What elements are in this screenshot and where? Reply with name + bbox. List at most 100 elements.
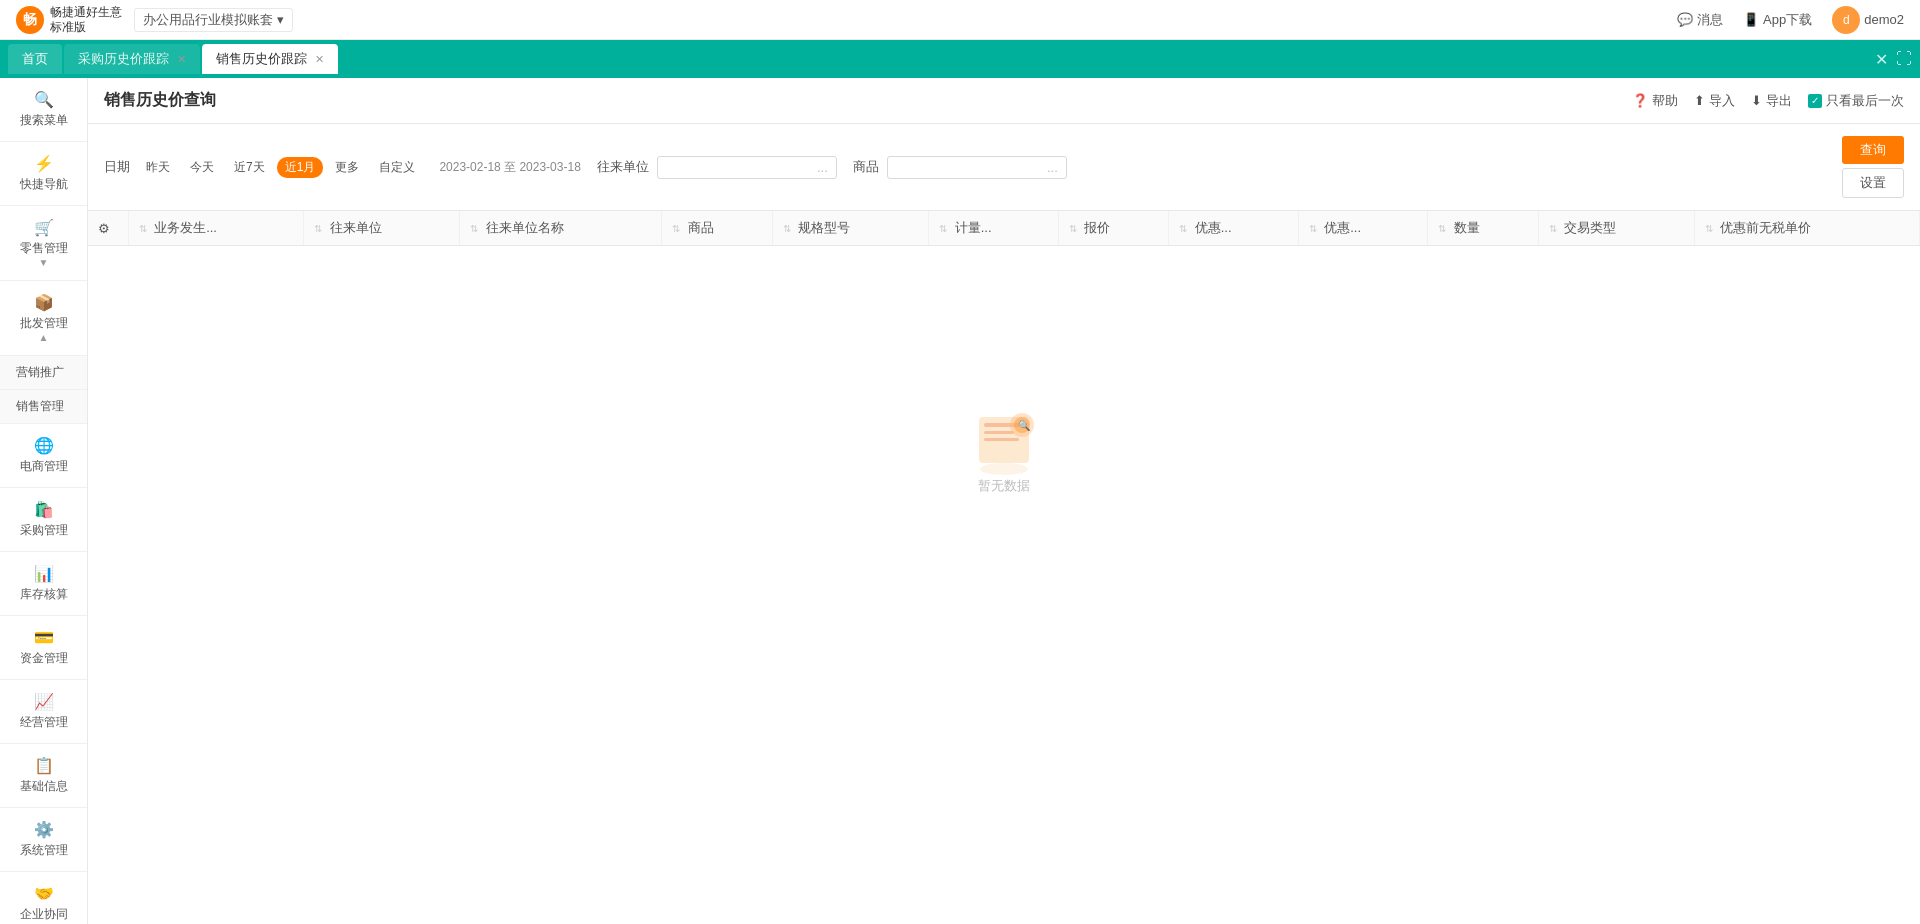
th-partner-name[interactable]: ⇅ 往来单位名称 — [460, 211, 662, 246]
basic-info-icon: 📋 — [34, 756, 54, 775]
th-discount1[interactable]: ⇅ 优惠... — [1169, 211, 1299, 246]
finance-icon: 💳 — [34, 628, 54, 647]
th-spec[interactable]: ⇅ 规格型号 — [772, 211, 928, 246]
chevron-down-icon: ▾ — [277, 12, 284, 27]
sidebar-item-search-menu[interactable]: 🔍 搜索菜单 — [0, 78, 87, 142]
sort-arrows-icon: ⇅ — [1549, 223, 1557, 234]
import-icon: ⬆ — [1694, 93, 1705, 108]
sidebar-item-finance-mgmt[interactable]: 💳 资金管理 — [0, 616, 87, 680]
sidebar-operations-label: 经营管理 — [20, 714, 68, 731]
sidebar-item-enterprise-collab[interactable]: 🤝 企业协同 — [0, 872, 87, 924]
settings-gear-icon[interactable]: ⚙ — [98, 221, 110, 236]
th-goods[interactable]: ⇅ 商品 — [662, 211, 772, 246]
svg-point-0 — [980, 463, 1028, 475]
wholesale-submenu: 营销推广 销售管理 — [0, 356, 87, 424]
app-download-button[interactable]: 📱 App下载 — [1743, 11, 1812, 29]
tab-home[interactable]: 首页 — [8, 44, 62, 74]
export-button[interactable]: ⬇ 导出 — [1751, 92, 1792, 110]
tab-sales-history[interactable]: 销售历史价跟踪 ✕ — [202, 44, 338, 74]
empty-illustration: 🔍 — [964, 397, 1044, 477]
maximize-button[interactable]: ⛶ — [1896, 50, 1912, 69]
tab-purchase-history[interactable]: 采购历史价跟踪 ✕ — [64, 44, 200, 74]
page-content: 销售历史价查询 ❓ 帮助 ⬆ 导入 ⬇ 导出 ✓ — [88, 78, 1920, 924]
date-range-text: 2023-02-18 至 2023-03-18 — [439, 159, 580, 176]
sidebar-item-sales-mgmt[interactable]: 销售管理 — [0, 390, 87, 424]
main-layout: 🔍 搜索菜单 ⚡ 快捷导航 🛒 零售管理 ▼ 📦 批发管理 ▲ 营销推广 销售管… — [0, 78, 1920, 924]
message-icon: 💬 — [1677, 12, 1693, 27]
th-partner-code[interactable]: ⇅ 往来单位 — [303, 211, 459, 246]
sidebar-marketing-label: 营销推广 — [16, 365, 64, 379]
sidebar-item-quick-nav[interactable]: ⚡ 快捷导航 — [0, 142, 87, 206]
sidebar-item-purchase-mgmt[interactable]: 🛍️ 采购管理 — [0, 488, 87, 552]
sort-arrows-icon: ⇅ — [1438, 223, 1446, 234]
table-wrapper: ⚙ ⇅ 业务发生... ⇅ 往来单位 ⇅ — [88, 211, 1920, 924]
sort-arrows-icon: ⇅ — [1179, 223, 1187, 234]
collab-icon: 🤝 — [34, 884, 54, 903]
sidebar-item-ecommerce-mgmt[interactable]: 🌐 电商管理 — [0, 424, 87, 488]
settings-button[interactable]: 设置 — [1842, 168, 1904, 198]
tab-purchase-history-close[interactable]: ✕ — [177, 53, 186, 66]
date-btn-yesterday[interactable]: 昨天 — [138, 157, 178, 178]
sidebar-item-wholesale-mgmt[interactable]: 📦 批发管理 ▲ — [0, 281, 87, 356]
sidebar-item-basic-info[interactable]: 📋 基础信息 — [0, 744, 87, 808]
import-button[interactable]: ⬆ 导入 — [1694, 92, 1735, 110]
goods-input[interactable]: ... — [887, 156, 1067, 179]
th-biz-date[interactable]: ⇅ 业务发生... — [128, 211, 303, 246]
chevron-down-icon: ▼ — [39, 257, 49, 268]
sidebar-item-system-mgmt[interactable]: ⚙️ 系统管理 — [0, 808, 87, 872]
logo-icon: 畅 — [16, 6, 44, 34]
close-window-button[interactable]: ✕ — [1875, 50, 1888, 69]
date-btn-more[interactable]: 更多 — [327, 157, 367, 178]
tab-purchase-history-label: 采购历史价跟踪 — [78, 50, 169, 68]
filter-actions: 查询 设置 — [1842, 136, 1904, 198]
th-unit[interactable]: ⇅ 计量... — [929, 211, 1059, 246]
sidebar-wholesale-label: 批发管理 — [20, 315, 68, 332]
date-btn-today[interactable]: 今天 — [182, 157, 222, 178]
th-settings[interactable]: ⚙ — [88, 211, 128, 246]
partner-input[interactable]: ... — [657, 156, 837, 179]
date-filter-group: 日期 昨天 今天 近7天 近1月 更多 自定义 — [104, 157, 423, 178]
th-quote[interactable]: ⇅ 报价 — [1058, 211, 1168, 246]
th-discount2[interactable]: ⇅ 优惠... — [1298, 211, 1428, 246]
page-title: 销售历史价查询 — [104, 90, 216, 111]
sidebar-finance-label: 资金管理 — [20, 650, 68, 667]
th-trade-type[interactable]: ⇅ 交易类型 — [1538, 211, 1694, 246]
date-btn-custom[interactable]: 自定义 — [371, 157, 423, 178]
message-button[interactable]: 💬 消息 — [1677, 11, 1723, 29]
sidebar: 🔍 搜索菜单 ⚡ 快捷导航 🛒 零售管理 ▼ 📦 批发管理 ▲ 营销推广 销售管… — [0, 78, 88, 924]
tab-bar: 首页 采购历史价跟踪 ✕ 销售历史价跟踪 ✕ ✕ ⛶ — [0, 40, 1920, 78]
sidebar-item-retail-mgmt[interactable]: 🛒 零售管理 ▼ — [0, 206, 87, 281]
sort-arrows-icon: ⇅ — [783, 223, 791, 234]
user-profile[interactable]: d demo2 — [1832, 6, 1904, 34]
only-last-toggle[interactable]: ✓ 只看最后一次 — [1808, 92, 1904, 110]
th-quantity[interactable]: ⇅ 数量 — [1428, 211, 1538, 246]
query-button[interactable]: 查询 — [1842, 136, 1904, 164]
purchase-icon: 🛍️ — [34, 500, 54, 519]
date-range-display: 2023-02-18 至 2023-03-18 — [439, 159, 580, 176]
header-left: 畅 畅捷通好生意 标准版 办公用品行业模拟账套 ▾ — [16, 5, 293, 34]
th-pre-discount-price[interactable]: ⇅ 优惠前无税单价 — [1694, 211, 1919, 246]
sort-arrows-icon: ⇅ — [672, 223, 680, 234]
partner-filter-group: 往来单位 ... — [597, 156, 837, 179]
filter-bar: 日期 昨天 今天 近7天 近1月 更多 自定义 2023-02-18 至 202… — [88, 124, 1920, 211]
help-button[interactable]: ❓ 帮助 — [1632, 92, 1678, 110]
sort-arrows-icon: ⇅ — [1309, 223, 1317, 234]
sidebar-item-inventory-calc[interactable]: 📊 库存核算 — [0, 552, 87, 616]
sidebar-basic-label: 基础信息 — [20, 778, 68, 795]
export-icon: ⬇ — [1751, 93, 1762, 108]
svg-text:🔍: 🔍 — [1018, 419, 1031, 432]
partner-label: 往来单位 — [597, 158, 649, 176]
help-icon: ❓ — [1632, 93, 1648, 108]
sidebar-item-marketing-promo[interactable]: 营销推广 — [0, 356, 87, 390]
logo-area: 畅 畅捷通好生意 标准版 — [16, 5, 122, 34]
sidebar-search-menu-label: 搜索菜单 — [20, 112, 68, 129]
tab-bar-actions: ✕ ⛶ — [1875, 50, 1912, 69]
company-select[interactable]: 办公用品行业模拟账套 ▾ — [134, 8, 293, 32]
date-btn-last1month[interactable]: 近1月 — [277, 157, 324, 178]
tab-sales-history-close[interactable]: ✕ — [315, 53, 324, 66]
sidebar-item-operations-mgmt[interactable]: 📈 经营管理 — [0, 680, 87, 744]
download-icon: 📱 — [1743, 12, 1759, 27]
table-body: 🔍 暂无数据 — [88, 246, 1920, 647]
ecommerce-icon: 🌐 — [34, 436, 54, 455]
date-btn-last7days[interactable]: 近7天 — [226, 157, 273, 178]
